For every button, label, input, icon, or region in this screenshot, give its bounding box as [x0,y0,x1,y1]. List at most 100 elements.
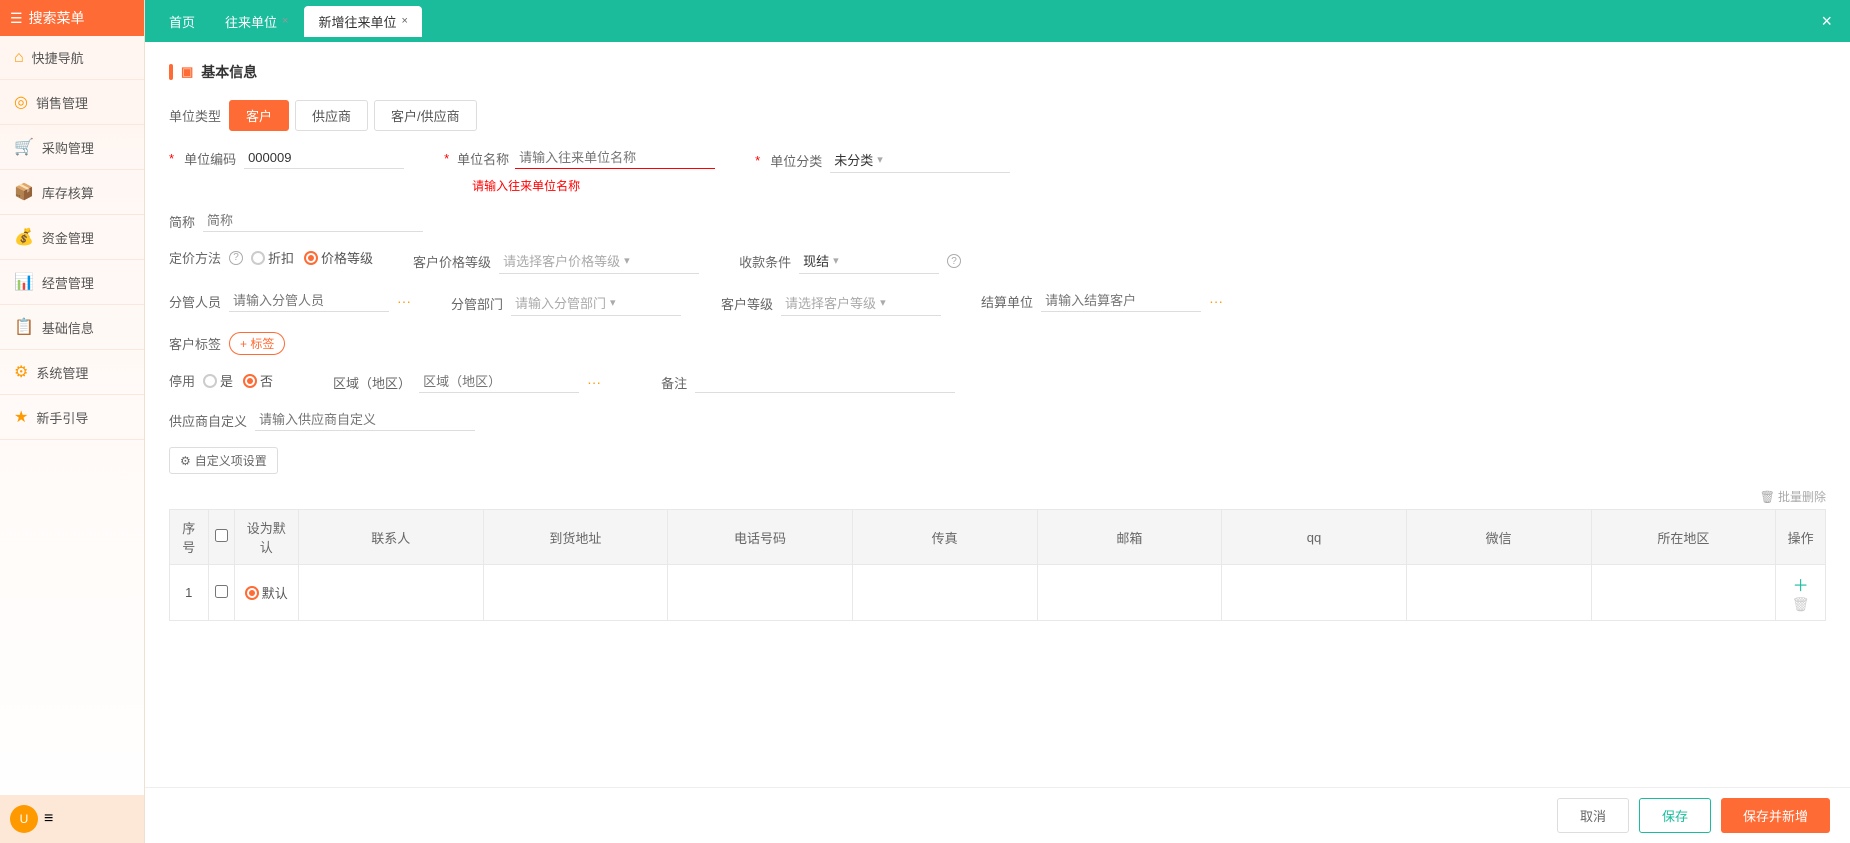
remark-input[interactable] [695,371,955,393]
sales-icon: ◎ [14,92,28,112]
add-row-icon[interactable]: ＋ [1793,578,1809,595]
row-default-radio[interactable]: 默认 [241,583,292,602]
settlement-input[interactable] [1041,290,1201,312]
row-wechat[interactable] [1406,565,1591,621]
save-new-button[interactable]: 保存并新增 [1721,798,1830,833]
sidebar-item-inventory[interactable]: 📦 库存核算 [0,170,144,215]
manager-dots-btn[interactable]: ··· [397,293,411,309]
save-button[interactable]: 保存 [1639,798,1711,833]
th-wechat: 微信 [1406,510,1591,565]
alias-input[interactable] [203,210,423,232]
row-checkbox-cell[interactable] [208,565,234,621]
main-area: 首页 往来单位 × 新增往来单位 × × ▣ 基本信息 单位类型 客户 供应商 [145,0,1850,843]
row-checkbox[interactable] [215,585,228,598]
sidebar-item-label: 基础信息 [42,318,94,337]
sidebar-item-label: 系统管理 [36,363,88,382]
unit-type-label: 单位类型 [169,106,221,125]
table-row: 1 默认 [170,565,1826,621]
region-dots-btn[interactable]: ··· [587,374,601,390]
sidebar-search[interactable]: ☰ 搜索菜单 [0,0,144,36]
category-dropdown-arrow: ▾ [877,153,883,166]
row-phone[interactable] [668,565,853,621]
code-name-category-row: * 单位编码 * 单位名称 请输入往来单位名称 * 单位分类 [169,147,1826,194]
sidebar-item-finance[interactable]: 💰 资金管理 [0,215,144,260]
tab-contacts[interactable]: 往来单位 × [211,6,302,37]
payment-help-icon[interactable]: ? [947,254,961,268]
unit-code-input[interactable] [244,147,404,169]
user-avatar: U [10,805,38,833]
unit-category-required: * [755,153,760,168]
sidebar-item-basic[interactable]: 📋 基础信息 [0,305,144,350]
payment-condition-select[interactable]: 现结 ▾ [799,248,939,274]
sidebar-item-label: 销售管理 [36,93,88,112]
address-input[interactable] [490,585,662,600]
dept-group: 分管部门 请输入分管部门 ▾ [451,290,681,316]
manager-input[interactable] [229,290,389,312]
pricing-help-icon[interactable]: ? [229,251,243,265]
row-address[interactable] [483,565,668,621]
row-qq[interactable] [1222,565,1407,621]
unit-name-field-row: * 单位名称 [444,147,715,169]
select-all-checkbox[interactable] [215,529,228,542]
wechat-input[interactable] [1413,585,1585,600]
fax-input[interactable] [859,585,1031,600]
tab-new-contact-close[interactable]: × [401,15,407,27]
customer-level-select[interactable]: 请选择客户等级 ▾ [781,290,941,316]
alias-row: 简称 [169,210,1826,232]
disabled-label: 停用 [169,371,195,390]
type-btn-both[interactable]: 客户/供应商 [374,100,477,131]
sidebar-item-purchase[interactable]: 🛒 采购管理 [0,125,144,170]
settlement-dots-btn[interactable]: ··· [1209,293,1223,309]
row-region-input[interactable] [1598,585,1770,600]
payment-arrow: ▾ [833,254,839,267]
region-input[interactable] [419,371,579,393]
row-region[interactable] [1591,565,1776,621]
unit-category-select[interactable]: 未分类 ▾ [830,147,1010,173]
user-icon: ≡ [44,810,53,828]
row-contact[interactable] [298,565,483,621]
customer-price-level-select[interactable]: 请选择客户价格等级 ▾ [499,248,699,274]
pricing-discount-radio[interactable]: 折扣 [251,248,294,267]
pricing-level-radio[interactable]: 价格等级 [304,248,373,267]
sidebar-item-sales[interactable]: ◎ 销售管理 [0,80,144,125]
unit-category-group: * 单位分类 未分类 ▾ [755,147,1010,173]
th-qq: qq [1222,510,1407,565]
del-row-icon[interactable]: 🗑 [1792,596,1810,612]
qq-input[interactable] [1228,585,1400,600]
sidebar-item-guide[interactable]: ★ 新手引导 [0,395,144,440]
disabled-no-radio[interactable]: 否 [243,371,273,390]
email-input[interactable] [1044,585,1216,600]
dept-label: 分管部门 [451,294,503,313]
disabled-yes-radio[interactable]: 是 [203,371,233,390]
row-email[interactable] [1037,565,1222,621]
th-checkbox[interactable] [208,510,234,565]
row-fax[interactable] [852,565,1037,621]
type-btn-customer[interactable]: 客户 [229,100,289,131]
supplier-custom-input[interactable] [255,409,475,431]
row-default-cell: 默认 [234,565,298,621]
level-radio-circle [304,251,318,265]
sidebar-item-quick-nav[interactable]: ⌂ 快捷导航 [0,36,144,80]
unit-name-input[interactable] [515,147,715,169]
tab-contacts-close[interactable]: × [282,15,288,27]
sidebar-bottom: U ≡ [0,795,144,843]
window-close-button[interactable]: × [1813,11,1840,32]
sidebar-item-system[interactable]: ⚙ 系统管理 [0,350,144,395]
finance-icon: 💰 [14,227,34,247]
type-btn-supplier[interactable]: 供应商 [295,100,368,131]
tab-new-contact[interactable]: 新增往来单位 × [304,6,421,37]
settings-gear-icon: ⚙ [180,454,191,468]
add-tag-button[interactable]: + 标签 [229,332,285,355]
custom-settings-button[interactable]: ⚙ 自定义项设置 [169,447,278,474]
contact-input[interactable] [305,585,477,600]
tab-home[interactable]: 首页 [155,6,209,37]
sidebar-item-operations[interactable]: 📊 经营管理 [0,260,144,305]
pricing-label: 定价方法 [169,248,221,267]
batch-delete-button[interactable]: 🗑 批量删除 [1760,488,1826,505]
contacts-table-section: 🗑 批量删除 序号 设为默认 联系人 到货地址 电话号码 传真 邮箱 qq [169,488,1826,621]
phone-input[interactable] [674,585,846,600]
unit-name-error-row: 请输入往来单位名称 [472,177,580,194]
cancel-button[interactable]: 取消 [1557,798,1629,833]
dept-select[interactable]: 请输入分管部门 ▾ [511,290,681,316]
form-content: ▣ 基本信息 单位类型 客户 供应商 客户/供应商 * 单位编码 [145,42,1850,787]
